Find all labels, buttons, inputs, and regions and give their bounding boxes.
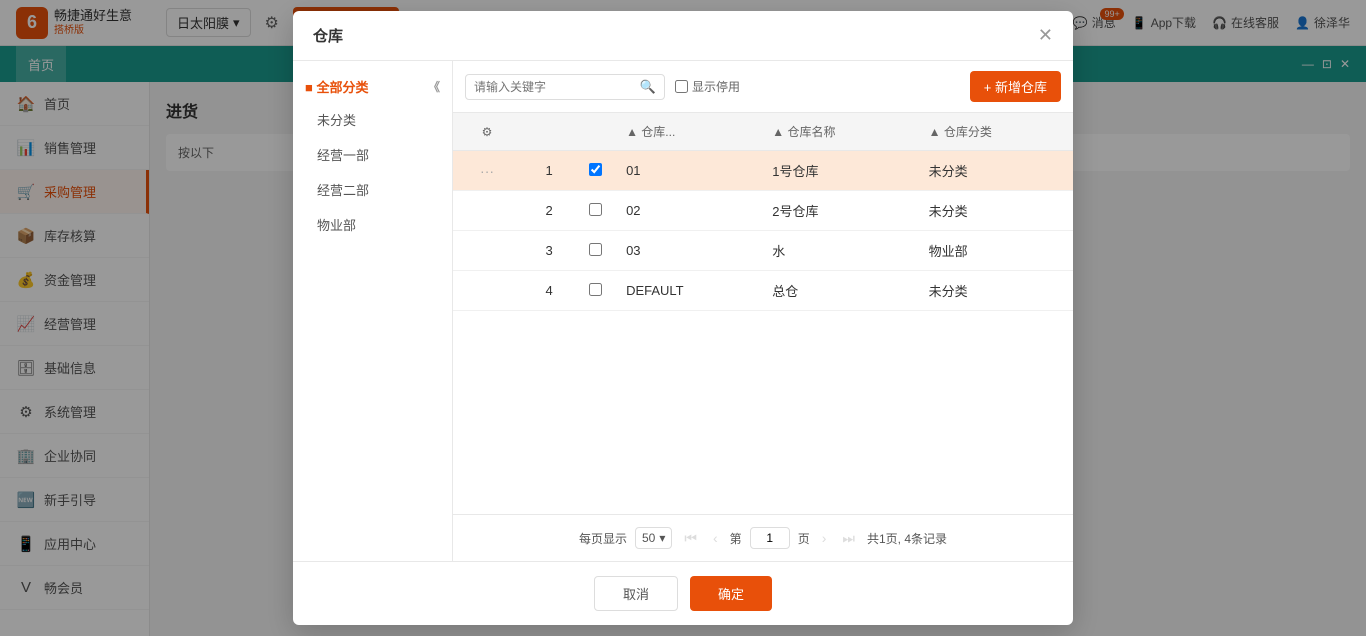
cell-name: 总仓: [760, 271, 916, 311]
cell-category: 未分类: [917, 271, 1073, 311]
confirm-button[interactable]: 确定: [690, 576, 772, 611]
all-categories-item[interactable]: ■ 全部分类 《: [293, 71, 452, 102]
table-toolbar: 🔍 显示停用 + 新增仓库: [453, 61, 1073, 113]
row-actions-icon[interactable]: ···: [480, 163, 494, 179]
cell-code: 02: [614, 191, 760, 231]
warehouse-modal: 仓库 ✕ ■ 全部分类 《 未分类 经营一部 经营二部 物业部: [293, 11, 1073, 625]
cell-num: 3: [521, 231, 577, 271]
last-page-button[interactable]: ⏭: [838, 528, 859, 549]
table-body: ··· 1 01 1号仓库 未分类 2 02 2号仓库: [453, 151, 1073, 311]
table-panel: 🔍 显示停用 + 新增仓库 ⚙: [453, 61, 1073, 561]
page-label: 第: [730, 530, 742, 547]
total-records: 共1页, 4条记录: [867, 530, 947, 547]
cell-num: 2: [521, 191, 577, 231]
cell-name: 1号仓库: [760, 151, 916, 191]
col-code: ▲ 仓库...: [614, 113, 760, 151]
col-name: ▲ 仓库名称: [760, 113, 916, 151]
table-row[interactable]: ··· 1 01 1号仓库 未分类: [453, 151, 1073, 191]
first-page-button[interactable]: ⏮: [680, 528, 701, 549]
modal-header: 仓库 ✕: [293, 11, 1073, 61]
search-input[interactable]: [474, 80, 634, 94]
show-disabled-checkbox[interactable]: [675, 80, 688, 93]
chevron-down-icon: ▾: [659, 531, 665, 545]
next-page-button[interactable]: ›: [818, 528, 831, 548]
modal-title: 仓库: [313, 25, 343, 46]
table-header: ⚙ ▲ 仓库... ▲ 仓库名称 ▲ 仓库分类: [453, 113, 1073, 151]
cell-code: 03: [614, 231, 760, 271]
table-row[interactable]: 2 02 2号仓库 未分类: [453, 191, 1073, 231]
cancel-button[interactable]: 取消: [594, 576, 678, 611]
category-property[interactable]: 物业部: [293, 207, 452, 242]
all-categories-label: ■ 全部分类: [305, 77, 368, 96]
modal-close-button[interactable]: ✕: [1038, 25, 1053, 46]
cell-category: 未分类: [917, 191, 1073, 231]
modal-footer: 取消 确定: [293, 561, 1073, 625]
category-panel: ■ 全部分类 《 未分类 经营一部 经营二部 物业部: [293, 61, 453, 561]
pagination: 每页显示 50 ▾ ⏮ ‹ 第 页 › ⏭ 共1页, 4条记录: [453, 514, 1073, 561]
cell-name: 2号仓库: [760, 191, 916, 231]
per-page-label: 每页显示: [579, 530, 627, 547]
col-checkbox: [577, 113, 614, 151]
cell-name: 水: [760, 231, 916, 271]
cell-category: 未分类: [917, 151, 1073, 191]
cell-num: 1: [521, 151, 577, 191]
search-icon: 🔍: [640, 79, 656, 95]
modal-overlay: 仓库 ✕ ■ 全部分类 《 未分类 经营一部 经营二部 物业部: [0, 0, 1366, 636]
row-checkbox[interactable]: [589, 163, 602, 176]
col-num: [521, 113, 577, 151]
row-checkbox[interactable]: [589, 283, 602, 296]
cell-code: DEFAULT: [614, 271, 760, 311]
prev-page-button[interactable]: ‹: [709, 528, 722, 548]
col-category: ▲ 仓库分类: [917, 113, 1073, 151]
row-checkbox[interactable]: [589, 203, 602, 216]
search-box: 🔍: [465, 74, 665, 100]
add-warehouse-button[interactable]: + 新增仓库: [970, 71, 1061, 102]
page-input[interactable]: [750, 527, 790, 549]
modal-body: ■ 全部分类 《 未分类 经营一部 经营二部 物业部 🔍: [293, 61, 1073, 561]
category-unclassified[interactable]: 未分类: [293, 102, 452, 137]
row-checkbox[interactable]: [589, 243, 602, 256]
data-table: ⚙ ▲ 仓库... ▲ 仓库名称 ▲ 仓库分类: [453, 113, 1073, 514]
table-row[interactable]: 3 03 水 物业部: [453, 231, 1073, 271]
warehouse-table: ⚙ ▲ 仓库... ▲ 仓库名称 ▲ 仓库分类: [453, 113, 1073, 311]
collapse-icon[interactable]: 《: [428, 78, 440, 95]
show-disabled-label[interactable]: 显示停用: [675, 78, 740, 95]
category-ops2[interactable]: 经营二部: [293, 172, 452, 207]
cell-num: 4: [521, 271, 577, 311]
per-page-select[interactable]: 50 ▾: [635, 527, 672, 549]
table-row[interactable]: 4 DEFAULT 总仓 未分类: [453, 271, 1073, 311]
category-ops1[interactable]: 经营一部: [293, 137, 452, 172]
cell-category: 物业部: [917, 231, 1073, 271]
col-actions: ⚙: [453, 113, 521, 151]
cell-code: 01: [614, 151, 760, 191]
page-suffix: 页: [798, 530, 810, 547]
